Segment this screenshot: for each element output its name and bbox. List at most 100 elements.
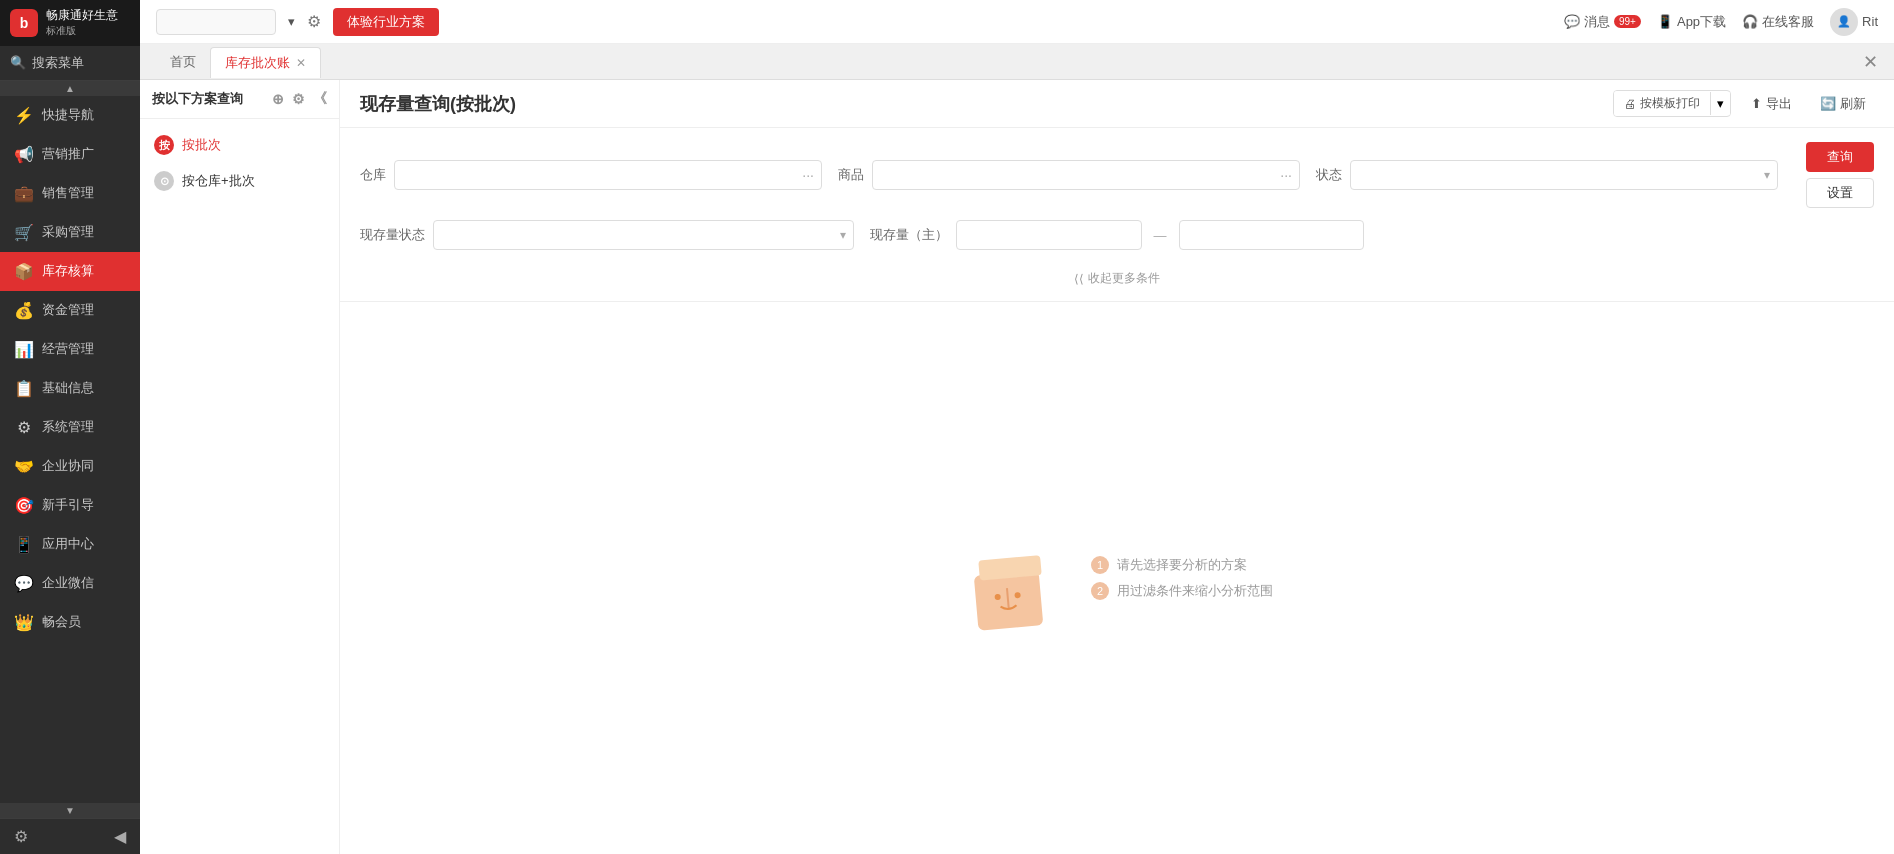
sidebar-item-marketing[interactable]: 📢 营销推广	[0, 135, 140, 174]
right-panel: 现存量查询(按批次) 🖨 按模板打印 ▾ ⬆ 导出 🔄	[340, 80, 1894, 854]
sidebar-item-wechat[interactable]: 💬 企业微信	[0, 564, 140, 603]
settings-plan-icon[interactable]: ⚙	[292, 91, 305, 107]
app-download-btn[interactable]: 📱 App下载	[1657, 13, 1726, 31]
plan-item-by-batch[interactable]: 按 按批次	[140, 127, 339, 163]
settings-btn[interactable]: 设置	[1806, 178, 1874, 208]
inventory-status-select[interactable]	[433, 220, 854, 250]
collapse-btn[interactable]: ⟨⟨ 收起更多条件	[1074, 270, 1160, 287]
sidebar-scroll-up[interactable]: ▲	[0, 81, 140, 96]
messages-btn[interactable]: 💬 消息 99+	[1564, 13, 1641, 31]
sidebar-item-newbie[interactable]: 🎯 新手引导	[0, 486, 140, 525]
app-version: 标准版	[46, 24, 118, 38]
status-select[interactable]	[1350, 160, 1778, 190]
warehouse-more-icon[interactable]: ···	[802, 167, 814, 183]
left-panel-header: 按以下方案查询 ⊕ ⚙ 《	[140, 80, 339, 119]
sidebar-item-business[interactable]: 📊 经营管理	[0, 330, 140, 369]
export-btn[interactable]: ⬆ 导出	[1743, 91, 1800, 117]
topbar-gear-icon[interactable]: ⚙	[307, 12, 321, 31]
filter-item-status: 状态 ▾	[1316, 160, 1778, 190]
main-area: ▾ ⚙ 体验行业方案 💬 消息 99+ 📱 App下载 🎧 在线客服 👤	[140, 0, 1894, 854]
avatar-image: 👤	[1837, 15, 1851, 28]
left-panel-title: 按以下方案查询	[152, 90, 243, 108]
sidebar-label-newbie: 新手引导	[42, 496, 94, 514]
add-plan-icon[interactable]: ⊕	[272, 91, 284, 107]
finance-icon: 💰	[14, 301, 34, 320]
topbar-search-input[interactable]	[156, 9, 276, 35]
plan-icon-batch: 按	[154, 135, 174, 155]
warehouse-label: 仓库	[360, 166, 386, 184]
wechat-icon: 💬	[14, 574, 34, 593]
collapse-sidebar-icon[interactable]: ◀	[114, 827, 126, 846]
sidebar-item-purchase[interactable]: 🛒 采购管理	[0, 213, 140, 252]
sidebar-item-system[interactable]: ⚙ 系统管理	[0, 408, 140, 447]
sales-icon: 💼	[14, 184, 34, 203]
close-panel-icon[interactable]: ✕	[1863, 51, 1878, 73]
tab-inventory-batch[interactable]: 库存批次账 ✕	[210, 47, 321, 78]
collapse-up-icon: ⟨⟨	[1074, 272, 1084, 286]
sidebar-item-apps[interactable]: 📱 应用中心	[0, 525, 140, 564]
empty-hint-1: 1 请先选择要分析的方案	[1091, 556, 1273, 574]
messages-badge: 99+	[1614, 15, 1641, 28]
business-icon: 📊	[14, 340, 34, 359]
plan-label-warehouse: 按仓库+批次	[182, 172, 255, 190]
export-icon: ⬆	[1751, 96, 1762, 111]
messages-label: 消息	[1584, 13, 1610, 31]
sidebar-item-enterprise[interactable]: 🤝 企业协同	[0, 447, 140, 486]
refresh-icon: 🔄	[1820, 96, 1836, 111]
refresh-btn[interactable]: 🔄 刷新	[1812, 91, 1874, 117]
sidebar-label-sales: 销售管理	[42, 184, 94, 202]
sidebar-item-basic[interactable]: 📋 基础信息	[0, 369, 140, 408]
empty-hint-2: 2 用过滤条件来缩小分析范围	[1091, 582, 1273, 600]
basic-icon: 📋	[14, 379, 34, 398]
sidebar-item-inventory[interactable]: 📦 库存核算	[0, 252, 140, 291]
filter-item-warehouse: 仓库 ···	[360, 160, 822, 190]
sidebar-label-enterprise: 企业协同	[42, 457, 94, 475]
enterprise-icon: 🤝	[14, 457, 34, 476]
filter-item-inventory-status: 现存量状态 ▾	[360, 220, 854, 250]
hint-2-num: 2	[1091, 582, 1109, 600]
quantity-label: 现存量（主）	[870, 226, 948, 244]
sidebar-header: b 畅康通好生意 标准版	[0, 0, 140, 46]
product-input[interactable]	[872, 160, 1300, 190]
tab-home[interactable]: 首页	[156, 47, 210, 77]
filter-row-1: 仓库 ··· 商品 ··· 状态	[360, 142, 1874, 208]
online-service-label: 在线客服	[1762, 13, 1814, 31]
print-arrow-btn[interactable]: ▾	[1710, 92, 1730, 115]
sidebar-scroll-down[interactable]: ▼	[0, 803, 140, 818]
app-name: 畅康通好生意	[46, 8, 118, 24]
settings-icon[interactable]: ⚙	[14, 827, 28, 846]
sidebar-item-sales[interactable]: 💼 销售管理	[0, 174, 140, 213]
sidebar-label-inventory: 库存核算	[42, 262, 94, 280]
query-btn[interactable]: 查询	[1806, 142, 1874, 172]
quantity-from-input[interactable]	[956, 220, 1142, 250]
quantity-to-wrapper	[1179, 220, 1365, 250]
product-more-icon[interactable]: ···	[1280, 167, 1292, 183]
sidebar-item-shortcut[interactable]: ⚡ 快捷导航	[0, 96, 140, 135]
product-label: 商品	[838, 166, 864, 184]
sidebar-search[interactable]: 🔍 搜索菜单	[0, 46, 140, 81]
page-header: 现存量查询(按批次) 🖨 按模板打印 ▾ ⬆ 导出 🔄	[340, 80, 1894, 128]
messages-icon: 💬	[1564, 14, 1580, 29]
sidebar-label-basic: 基础信息	[42, 379, 94, 397]
system-icon: ⚙	[14, 418, 34, 437]
experience-btn[interactable]: 体验行业方案	[333, 8, 439, 36]
topbar-dropdown[interactable]: ▾	[288, 14, 295, 29]
shortcut-icon: ⚡	[14, 106, 34, 125]
empty-text: 1 请先选择要分析的方案 2 用过滤条件来缩小分析范围	[1091, 556, 1273, 600]
tab-home-label: 首页	[170, 53, 196, 71]
app-logo: b	[10, 9, 38, 37]
quantity-to-input[interactable]	[1179, 220, 1365, 250]
sidebar-item-finance[interactable]: 💰 资金管理	[0, 291, 140, 330]
online-service-btn[interactable]: 🎧 在线客服	[1742, 13, 1814, 31]
user-profile[interactable]: 👤 Rit	[1830, 8, 1878, 36]
hint-2-text: 用过滤条件来缩小分析范围	[1117, 582, 1273, 600]
tab-close-icon[interactable]: ✕	[296, 56, 306, 70]
collapse-left-icon[interactable]: 《	[313, 90, 327, 108]
phone-icon: 📱	[1657, 14, 1673, 29]
print-btn[interactable]: 🖨 按模板打印	[1614, 91, 1710, 116]
plan-list: 按 按批次 ⊙ 按仓库+批次	[140, 119, 339, 207]
warehouse-input[interactable]	[394, 160, 822, 190]
sidebar-label-shortcut: 快捷导航	[42, 106, 94, 124]
sidebar-item-member[interactable]: 👑 畅会员	[0, 603, 140, 642]
plan-item-by-warehouse-batch[interactable]: ⊙ 按仓库+批次	[140, 163, 339, 199]
